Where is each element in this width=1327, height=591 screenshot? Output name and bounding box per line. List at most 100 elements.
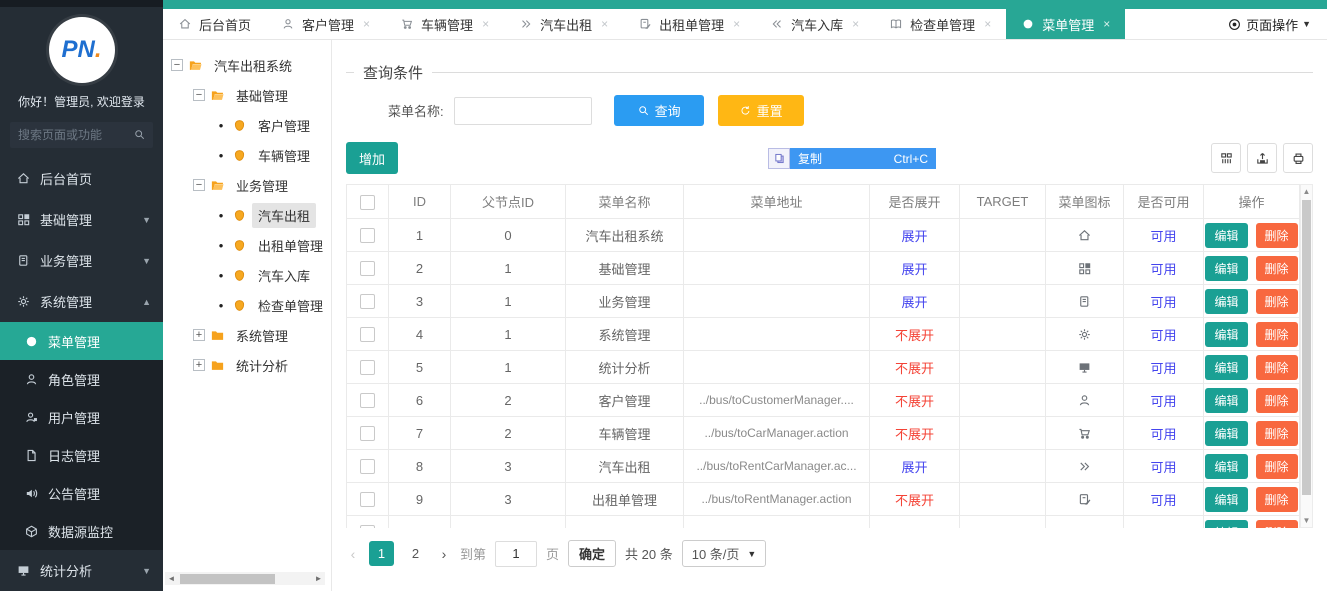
tab[interactable]: 汽车出租 × xyxy=(504,9,623,39)
tree-expander-icon[interactable]: − xyxy=(171,59,183,71)
goto-page-input[interactable] xyxy=(495,540,538,567)
row-checkbox[interactable] xyxy=(360,360,375,376)
sidebar-item[interactable]: 角色管理 xyxy=(0,360,163,398)
scroll-up-icon[interactable]: ▲ xyxy=(1301,187,1312,196)
edit-button[interactable]: 编辑 xyxy=(1205,222,1248,248)
expand-link[interactable]: 展开 xyxy=(901,229,927,244)
scrollbar-thumb[interactable] xyxy=(180,573,275,584)
delete-button[interactable]: 删除 xyxy=(1255,519,1298,528)
available-link[interactable]: 可用 xyxy=(1150,427,1176,442)
columns-button[interactable] xyxy=(1211,143,1241,173)
sidebar-item[interactable]: 系统管理 ▲ xyxy=(0,281,163,322)
expand-link[interactable]: 不展开 xyxy=(895,427,934,442)
tab[interactable]: 汽车入库 × xyxy=(755,9,874,39)
delete-button[interactable]: 删除 xyxy=(1255,420,1298,446)
row-checkbox[interactable] xyxy=(360,459,375,475)
edit-button[interactable]: 编辑 xyxy=(1205,321,1248,347)
edit-button[interactable]: 编辑 xyxy=(1205,519,1248,528)
expand-link[interactable]: 展开 xyxy=(901,262,927,277)
search-button[interactable]: 查询 xyxy=(613,95,704,126)
tree-expander-icon[interactable]: + xyxy=(193,359,205,371)
tab[interactable]: 客户管理 × xyxy=(266,9,385,39)
close-icon[interactable]: × xyxy=(482,17,489,31)
expand-link[interactable]: 不展开 xyxy=(895,394,934,409)
next-page-button[interactable]: › xyxy=(437,546,451,562)
tree-node[interactable]: + 统计分析 xyxy=(163,350,331,380)
row-checkbox[interactable] xyxy=(360,525,375,528)
tab[interactable]: 检查单管理 × xyxy=(874,9,1006,39)
row-checkbox[interactable] xyxy=(360,261,375,277)
tree-node[interactable]: − 业务管理 xyxy=(163,170,331,200)
context-menu-copy-item[interactable]: 复制 Ctrl+C xyxy=(790,148,936,169)
expand-link[interactable]: 展开 xyxy=(901,460,927,475)
expand-link[interactable]: 不展开 xyxy=(895,328,934,343)
tree-node[interactable]: • 车辆管理 xyxy=(163,140,331,170)
expand-link[interactable]: 展开 xyxy=(901,295,927,310)
available-link[interactable]: 可用 xyxy=(1150,493,1176,508)
sidebar-item[interactable]: 菜单管理 xyxy=(0,322,163,360)
tab[interactable]: 出租单管理 × xyxy=(623,9,755,39)
row-checkbox[interactable] xyxy=(360,327,375,343)
tree-node[interactable]: • 汽车入库 xyxy=(163,260,331,290)
expand-link[interactable]: 不展开 xyxy=(895,493,934,508)
sidebar-item[interactable]: 统计分析 ▼ xyxy=(0,550,163,591)
tab[interactable]: 车辆管理 × xyxy=(385,9,504,39)
close-icon[interactable]: × xyxy=(1103,17,1110,31)
available-link[interactable]: 可用 xyxy=(1150,460,1176,475)
edit-button[interactable]: 编辑 xyxy=(1205,354,1248,380)
tree-expander-icon[interactable]: + xyxy=(193,329,205,341)
delete-button[interactable]: 删除 xyxy=(1255,453,1298,479)
close-icon[interactable]: × xyxy=(984,17,991,31)
tree-node[interactable]: − 基础管理 xyxy=(163,80,331,110)
available-link[interactable]: 可用 xyxy=(1150,229,1176,244)
close-icon[interactable]: × xyxy=(733,17,740,31)
tree-node[interactable]: • 出租单管理 xyxy=(163,230,331,260)
sidebar-item[interactable]: 公告管理 xyxy=(0,474,163,512)
row-checkbox[interactable] xyxy=(360,492,375,508)
page-operations-dropdown[interactable]: 页面操作 ▼ xyxy=(1227,9,1311,39)
edit-button[interactable]: 编辑 xyxy=(1205,420,1248,446)
goto-confirm-button[interactable]: 确定 xyxy=(568,540,617,567)
close-icon[interactable]: × xyxy=(852,17,859,31)
close-icon[interactable]: × xyxy=(363,17,370,31)
sidebar-item[interactable]: 业务管理 ▼ xyxy=(0,240,163,281)
scroll-down-icon[interactable]: ▼ xyxy=(1301,516,1312,525)
delete-button[interactable]: 删除 xyxy=(1255,288,1298,314)
reset-button[interactable]: 重置 xyxy=(717,95,804,126)
available-link[interactable]: 可用 xyxy=(1150,262,1176,277)
page-number-button[interactable]: 2 xyxy=(403,541,428,566)
edit-button[interactable]: 编辑 xyxy=(1205,387,1248,413)
row-checkbox[interactable] xyxy=(360,393,375,409)
edit-button[interactable]: 编辑 xyxy=(1205,486,1248,512)
tree-node[interactable]: − 汽车出租系统 xyxy=(163,50,331,80)
available-link[interactable]: 可用 xyxy=(1150,394,1176,409)
expand-link[interactable]: 不展开 xyxy=(895,361,934,376)
available-link[interactable]: 可用 xyxy=(1150,295,1176,310)
edit-button[interactable]: 编辑 xyxy=(1205,288,1248,314)
available-link[interactable]: 可用 xyxy=(1150,361,1176,376)
delete-button[interactable]: 删除 xyxy=(1255,387,1298,413)
delete-button[interactable]: 删除 xyxy=(1255,222,1298,248)
export-button[interactable] xyxy=(1247,143,1277,173)
available-link[interactable]: 可用 xyxy=(1150,328,1176,343)
sidebar-item[interactable]: 数据源监控 xyxy=(0,512,163,550)
prev-page-button[interactable]: ‹ xyxy=(346,546,360,562)
delete-button[interactable]: 删除 xyxy=(1255,255,1298,281)
tree-node[interactable]: • 汽车出租 xyxy=(163,200,331,230)
edit-button[interactable]: 编辑 xyxy=(1205,255,1248,281)
row-checkbox[interactable] xyxy=(360,228,375,244)
add-button[interactable]: 增加 xyxy=(346,142,398,174)
delete-button[interactable]: 删除 xyxy=(1255,354,1298,380)
sidebar-search-input[interactable] xyxy=(10,122,153,148)
tab[interactable]: 菜单管理 × xyxy=(1006,9,1126,39)
print-button[interactable] xyxy=(1283,143,1313,173)
page-size-select[interactable]: 10 条/页 ▼ xyxy=(681,540,767,567)
delete-button[interactable]: 删除 xyxy=(1255,486,1298,512)
tab[interactable]: 后台首页 xyxy=(163,9,266,39)
scroll-right-icon[interactable]: ► xyxy=(312,574,325,583)
scroll-left-icon[interactable]: ◄ xyxy=(165,574,178,583)
close-icon[interactable]: × xyxy=(601,17,608,31)
scrollbar-thumb[interactable] xyxy=(1302,200,1311,495)
edit-button[interactable]: 编辑 xyxy=(1205,453,1248,479)
sidebar-item[interactable]: 基础管理 ▼ xyxy=(0,199,163,240)
